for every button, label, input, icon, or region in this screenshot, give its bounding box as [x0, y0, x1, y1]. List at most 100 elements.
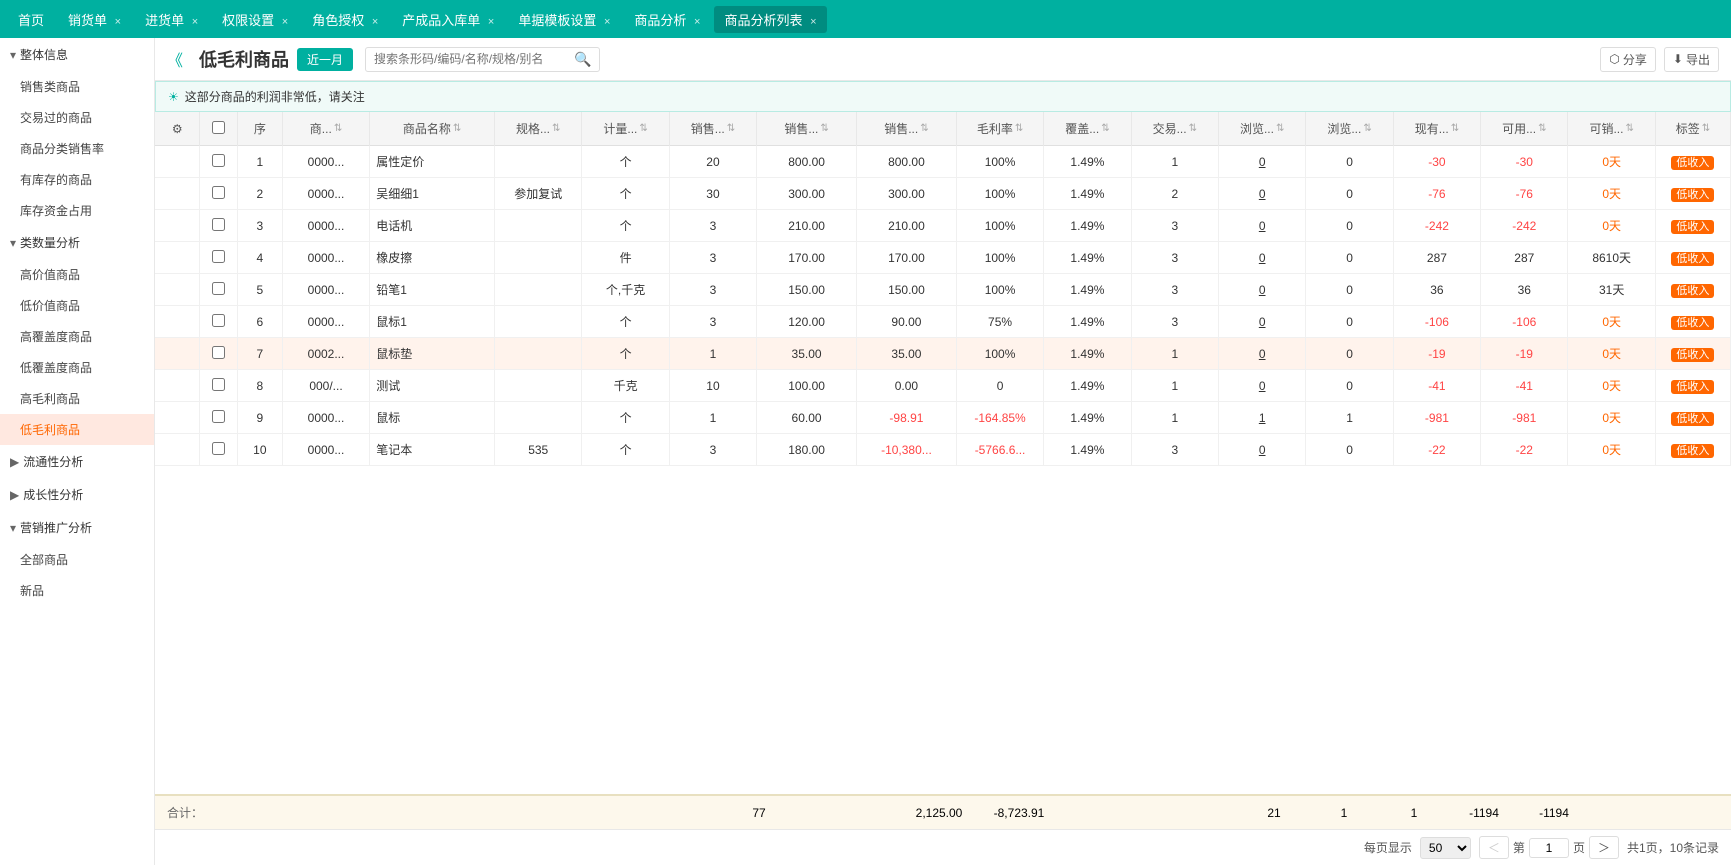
col-coverage[interactable]: 覆盖... ⇅ [1044, 112, 1131, 146]
row-checkbox[interactable] [212, 378, 225, 391]
close-sales-icon[interactable]: × [115, 16, 121, 28]
table-row[interactable]: 7 0002... 鼠标垫 个 1 35.00 35.00 100% 1.49%… [155, 338, 1731, 370]
sort-sales-qty-icon[interactable]: ⇅ [727, 123, 735, 134]
row-checkbox[interactable] [212, 186, 225, 199]
views1-link[interactable]: 0 [1259, 283, 1266, 297]
col-name[interactable]: 商品名称 ⇅ [370, 112, 495, 146]
prev-page-button[interactable]: ＜ [1479, 836, 1509, 859]
row-checkbox[interactable] [212, 442, 225, 455]
sidebar-item-high-coverage[interactable]: 高覆盖度商品 [0, 321, 154, 352]
close-purchase-icon[interactable]: × [192, 16, 198, 28]
sidebar-item-category-rate[interactable]: 商品分类销售率 [0, 133, 154, 164]
export-button[interactable]: ⬇ 导出 [1664, 47, 1719, 72]
sidebar-item-low-coverage[interactable]: 低覆盖度商品 [0, 352, 154, 383]
cell-views1[interactable]: 0 [1218, 434, 1305, 466]
views1-link[interactable]: 0 [1259, 155, 1266, 169]
sort-coverage-icon[interactable]: ⇅ [1101, 123, 1109, 134]
col-transactions[interactable]: 交易... ⇅ [1131, 112, 1218, 146]
sidebar-item-all-goods[interactable]: 全部商品 [0, 544, 154, 575]
cell-checkbox[interactable] [200, 402, 237, 434]
close-role-icon[interactable]: × [372, 16, 378, 28]
sort-unit-icon[interactable]: ⇅ [639, 123, 647, 134]
cell-views1[interactable]: 0 [1218, 210, 1305, 242]
row-checkbox[interactable] [212, 346, 225, 359]
col-views1[interactable]: 浏览... ⇅ [1218, 112, 1305, 146]
col-checkbox[interactable] [200, 112, 237, 146]
col-available[interactable]: 可用... ⇅ [1481, 112, 1568, 146]
close-analysis-list-icon[interactable]: × [810, 16, 816, 28]
sidebar-group-quantity[interactable]: ▾ 类数量分析 [0, 226, 154, 259]
sidebar-item-new-goods[interactable]: 新品 [0, 575, 154, 606]
sidebar-group-overall[interactable]: ▾ 整体信息 [0, 38, 154, 71]
sidebar-group-marketing[interactable]: ▾ 营销推广分析 [0, 511, 154, 544]
sidebar-item-capital[interactable]: 库存资金占用 [0, 195, 154, 226]
sort-views2-icon[interactable]: ⇅ [1363, 123, 1371, 134]
sidebar-item-high-margin[interactable]: 高毛利商品 [0, 383, 154, 414]
nav-product-entry[interactable]: 产成品入库单 × [392, 6, 504, 33]
col-tag[interactable]: 标签 ⇅ [1655, 112, 1730, 146]
sidebar-item-high-value[interactable]: 高价值商品 [0, 259, 154, 290]
cell-views1[interactable]: 0 [1218, 370, 1305, 402]
row-checkbox[interactable] [212, 314, 225, 327]
views1-link[interactable]: 0 [1259, 315, 1266, 329]
search-input[interactable] [374, 52, 574, 66]
sort-sales-amount-icon[interactable]: ⇅ [820, 123, 828, 134]
sidebar-item-low-margin[interactable]: 低毛利商品 [0, 414, 154, 445]
cell-views1[interactable]: 0 [1218, 338, 1305, 370]
row-checkbox[interactable] [212, 154, 225, 167]
nav-home[interactable]: 首页 [8, 6, 54, 33]
cell-checkbox[interactable] [200, 338, 237, 370]
views1-link[interactable]: 1 [1259, 411, 1266, 425]
table-row[interactable]: 9 0000... 鼠标 个 1 60.00 -98.91 -164.85% 1… [155, 402, 1731, 434]
cell-checkbox[interactable] [200, 434, 237, 466]
sort-sales-profit-icon[interactable]: ⇅ [920, 123, 928, 134]
cell-views1[interactable]: 0 [1218, 178, 1305, 210]
sort-current-stock-icon[interactable]: ⇅ [1451, 123, 1459, 134]
sort-code-icon[interactable]: ⇅ [334, 123, 342, 134]
views1-link[interactable]: 0 [1259, 251, 1266, 265]
cell-checkbox[interactable] [200, 178, 237, 210]
col-spec[interactable]: 规格... ⇅ [495, 112, 582, 146]
nav-template[interactable]: 单据模板设置 × [508, 6, 620, 33]
views1-link[interactable]: 0 [1259, 187, 1266, 201]
cell-checkbox[interactable] [200, 146, 237, 178]
share-button[interactable]: ⬡ 分享 [1600, 47, 1656, 72]
col-sales-amount[interactable]: 销售... ⇅ [757, 112, 857, 146]
per-page-select[interactable]: 50 100 200 [1420, 837, 1471, 859]
col-views2[interactable]: 浏览... ⇅ [1306, 112, 1393, 146]
table-row[interactable]: 10 0000... 笔记本 535 个 3 180.00 -10,380...… [155, 434, 1731, 466]
cell-views1[interactable]: 0 [1218, 242, 1305, 274]
nav-permission[interactable]: 权限设置 × [212, 6, 298, 33]
col-sales-qty[interactable]: 销售... ⇅ [669, 112, 756, 146]
views1-link[interactable]: 0 [1259, 443, 1266, 457]
cell-checkbox[interactable] [200, 210, 237, 242]
sort-available-icon[interactable]: ⇅ [1538, 123, 1546, 134]
next-page-button[interactable]: ＞ [1589, 836, 1619, 859]
nav-analysis-list[interactable]: 商品分析列表 × [714, 6, 826, 33]
table-row[interactable]: 2 0000... 吴细细1 参加复试 个 30 300.00 300.00 1… [155, 178, 1731, 210]
table-row[interactable]: 4 0000... 橡皮擦 件 3 170.00 170.00 100% 1.4… [155, 242, 1731, 274]
sort-transactions-icon[interactable]: ⇅ [1189, 123, 1197, 134]
col-unit[interactable]: 计量... ⇅ [582, 112, 669, 146]
sidebar-item-sales-goods[interactable]: 销售类商品 [0, 71, 154, 102]
close-template-icon[interactable]: × [604, 16, 610, 28]
sort-saleable-icon[interactable]: ⇅ [1625, 123, 1633, 134]
cell-views1[interactable]: 1 [1218, 402, 1305, 434]
filter-recent-month-button[interactable]: 近一月 [297, 48, 353, 71]
row-checkbox[interactable] [212, 250, 225, 263]
sort-tag-icon[interactable]: ⇅ [1702, 123, 1710, 134]
sidebar-item-low-value[interactable]: 低价值商品 [0, 290, 154, 321]
cell-checkbox[interactable] [200, 242, 237, 274]
col-code[interactable]: 商... ⇅ [282, 112, 369, 146]
table-row[interactable]: 3 0000... 电话机 个 3 210.00 210.00 100% 1.4… [155, 210, 1731, 242]
views1-link[interactable]: 0 [1259, 379, 1266, 393]
close-analysis-icon[interactable]: × [694, 16, 700, 28]
cell-checkbox[interactable] [200, 274, 237, 306]
table-row[interactable]: 5 0000... 铅笔1 个,千克 3 150.00 150.00 100% … [155, 274, 1731, 306]
search-icon[interactable]: 🔍 [574, 51, 591, 68]
close-permission-icon[interactable]: × [282, 16, 288, 28]
table-area[interactable]: ⚙ 序 商... ⇅ 商品名称 ⇅ [155, 112, 1731, 794]
sidebar-collapse-button[interactable]: 《 [167, 47, 183, 71]
col-settings[interactable]: ⚙ [155, 112, 200, 146]
table-row[interactable]: 6 0000... 鼠标1 个 3 120.00 90.00 75% 1.49%… [155, 306, 1731, 338]
